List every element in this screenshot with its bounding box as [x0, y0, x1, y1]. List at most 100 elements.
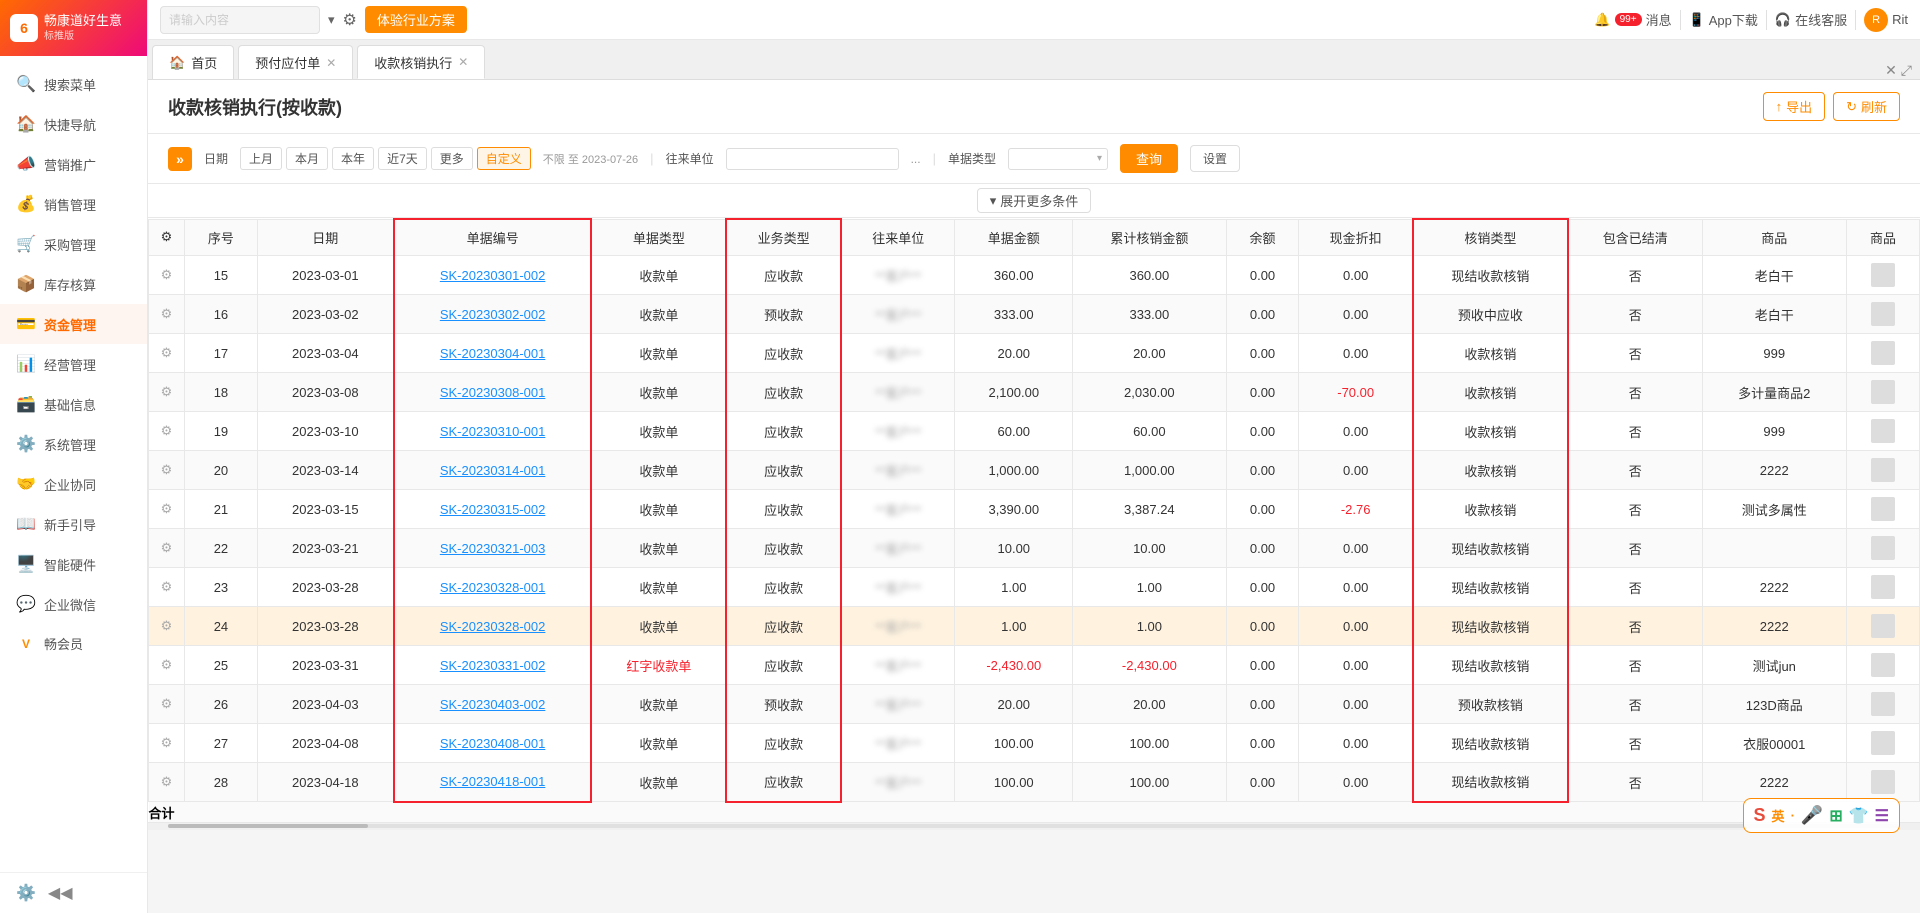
sidebar-item-member[interactable]: V 畅会员	[0, 624, 147, 663]
cell-discount: 0.00	[1299, 685, 1413, 724]
sidebar-item-marketing[interactable]: 📣 营销推广	[0, 144, 147, 184]
collapse-sidebar-icon[interactable]: ◀◀	[48, 883, 73, 903]
cell-gear[interactable]: ⚙	[149, 685, 185, 724]
cell-bill-no: SK-20230302-002	[394, 295, 592, 334]
expand-tabs-icon[interactable]: ⤢	[1901, 62, 1912, 79]
sidebar-item-purchase[interactable]: 🛒 采购管理	[0, 224, 147, 264]
cell-verify-type: 现结收款核销	[1413, 646, 1568, 685]
tab-prepay[interactable]: 预付应付单 ✕	[238, 45, 353, 79]
sidebar-item-search[interactable]: 🔍 搜索菜单	[0, 64, 147, 104]
search-input-area[interactable]: 请输入内容	[160, 6, 320, 34]
online-support-button[interactable]: 🎧 在线客服	[1775, 10, 1847, 29]
sidebar-item-collab[interactable]: 🤝 企业协同	[0, 464, 147, 504]
user-menu-button[interactable]: R Rit	[1864, 8, 1908, 32]
bill-no-link[interactable]: SK-20230302-002	[440, 307, 546, 322]
cell-gear[interactable]: ⚙	[149, 607, 185, 646]
gear-icon[interactable]: ⚙	[343, 10, 357, 30]
sidebar-item-system[interactable]: ⚙️ 系统管理	[0, 424, 147, 464]
cell-gear[interactable]: ⚙	[149, 412, 185, 451]
cell-gear[interactable]: ⚙	[149, 295, 185, 334]
cell-no: 20	[185, 451, 258, 490]
cell-discount: 0.00	[1299, 568, 1413, 607]
sidebar-item-inventory[interactable]: 📦 库存核算	[0, 264, 147, 304]
tab-prepay-close-icon[interactable]: ✕	[326, 56, 336, 70]
shirt-icon[interactable]: 👕	[1849, 806, 1869, 826]
menu-icon[interactable]: ☰	[1875, 806, 1889, 826]
home-tab-icon: 🏠	[169, 55, 185, 71]
bill-no-link[interactable]: SK-20230314-001	[440, 463, 546, 478]
cell-gear[interactable]: ⚙	[149, 373, 185, 412]
notification-button[interactable]: 🔔 99+ 消息	[1594, 10, 1671, 29]
bill-no-link[interactable]: SK-20230301-002	[440, 268, 546, 283]
bill-no-link[interactable]: SK-20230408-001	[440, 736, 546, 751]
cell-goods: 123D商品	[1702, 685, 1847, 724]
cell-bill-type: 收款单	[591, 412, 726, 451]
col-settings-icon[interactable]: ⚙	[149, 219, 185, 256]
cell-gear[interactable]: ⚙	[149, 529, 185, 568]
cell-gear[interactable]: ⚙	[149, 334, 185, 373]
filter-separator-1: |	[650, 151, 653, 166]
refresh-button[interactable]: ↻ 刷新	[1833, 92, 1900, 121]
cell-verify-type: 现结收款核销	[1413, 607, 1568, 646]
more-dates-button[interactable]: 更多	[431, 147, 473, 170]
tab-collection[interactable]: 收款核销执行 ✕	[357, 45, 485, 79]
last-7days-button[interactable]: 近7天	[378, 147, 427, 170]
tab-collection-close-icon[interactable]: ✕	[458, 55, 468, 69]
this-month-button[interactable]: 本月	[286, 147, 328, 170]
sidebar-item-shortcuts[interactable]: 🏠 快捷导航	[0, 104, 147, 144]
bill-type-select[interactable]: 收款单 红字收款单	[1008, 148, 1108, 170]
sidebar-item-operations[interactable]: 📊 经营管理	[0, 344, 147, 384]
tab-home[interactable]: 🏠 首页	[152, 45, 234, 79]
solution-button[interactable]: 体验行业方案	[365, 6, 467, 33]
floating-toolbar[interactable]: S 英 · 🎤 ⊞ 👕 ☰	[1743, 798, 1900, 833]
chevron-down-icon[interactable]: ▾	[328, 12, 335, 28]
cell-balance: 0.00	[1226, 373, 1299, 412]
grid-icon[interactable]: ⊞	[1829, 806, 1842, 826]
horizontal-scrollbar[interactable]	[148, 822, 1920, 830]
cell-gear[interactable]: ⚙	[149, 724, 185, 763]
app-download-button[interactable]: 📱 App下载	[1689, 10, 1758, 29]
more-filter-dots[interactable]: ...	[911, 152, 921, 166]
bill-no-link[interactable]: SK-20230328-001	[440, 580, 546, 595]
sidebar-item-basic[interactable]: 🗃️ 基础信息	[0, 384, 147, 424]
sidebar-item-guide[interactable]: 📖 新手引导	[0, 504, 147, 544]
bill-no-link[interactable]: SK-20230328-002	[440, 619, 546, 634]
bill-no-link[interactable]: SK-20230308-001	[440, 385, 546, 400]
bill-no-link[interactable]: SK-20230321-003	[440, 541, 546, 556]
microphone-icon[interactable]: 🎤	[1801, 805, 1823, 826]
bill-no-link[interactable]: SK-20230310-001	[440, 424, 546, 439]
cell-settled: 否	[1568, 256, 1702, 295]
bill-no-link[interactable]: SK-20230403-002	[440, 697, 546, 712]
bill-no-link[interactable]: SK-20230331-002	[440, 658, 546, 673]
member-icon: V	[16, 637, 36, 651]
customer-filter-input[interactable]	[726, 148, 899, 170]
cell-gear[interactable]: ⚙	[149, 256, 185, 295]
cell-gear[interactable]: ⚙	[149, 451, 185, 490]
header-divider-2	[1766, 10, 1767, 30]
export-button[interactable]: ↑ 导出	[1763, 92, 1826, 121]
sidebar-item-sales[interactable]: 💰 销售管理	[0, 184, 147, 224]
bill-no-link[interactable]: SK-20230418-001	[440, 774, 546, 789]
cell-goods: 999	[1702, 334, 1847, 373]
query-button[interactable]: 查询	[1120, 144, 1178, 173]
filter-toggle-button[interactable]: »	[168, 147, 192, 171]
this-year-button[interactable]: 本年	[332, 147, 374, 170]
cell-gear[interactable]: ⚙	[149, 568, 185, 607]
last-month-button[interactable]: 上月	[240, 147, 282, 170]
sidebar-item-hardware[interactable]: 🖥️ 智能硬件	[0, 544, 147, 584]
sidebar-item-finance[interactable]: 💳 资金管理	[0, 304, 147, 344]
cell-gear[interactable]: ⚙	[149, 763, 185, 802]
cell-date: 2023-04-08	[257, 724, 393, 763]
bill-no-link[interactable]: SK-20230315-002	[440, 502, 546, 517]
custom-date-button[interactable]: 自定义	[477, 147, 531, 170]
sidebar-item-wechat[interactable]: 💬 企业微信	[0, 584, 147, 624]
bill-no-link[interactable]: SK-20230304-001	[440, 346, 546, 361]
cell-gear[interactable]: ⚙	[149, 490, 185, 529]
cell-gear[interactable]: ⚙	[149, 646, 185, 685]
close-all-tabs-icon[interactable]: ✕	[1885, 62, 1897, 79]
expand-conditions-button[interactable]: ▾ 展开更多条件	[977, 188, 1092, 213]
sidebar-label-finance: 资金管理	[44, 315, 96, 334]
cell-biz-type: 应收款	[726, 373, 841, 412]
settings-footer-icon[interactable]: ⚙️	[16, 883, 36, 903]
filter-settings-button[interactable]: 设置	[1190, 145, 1240, 172]
